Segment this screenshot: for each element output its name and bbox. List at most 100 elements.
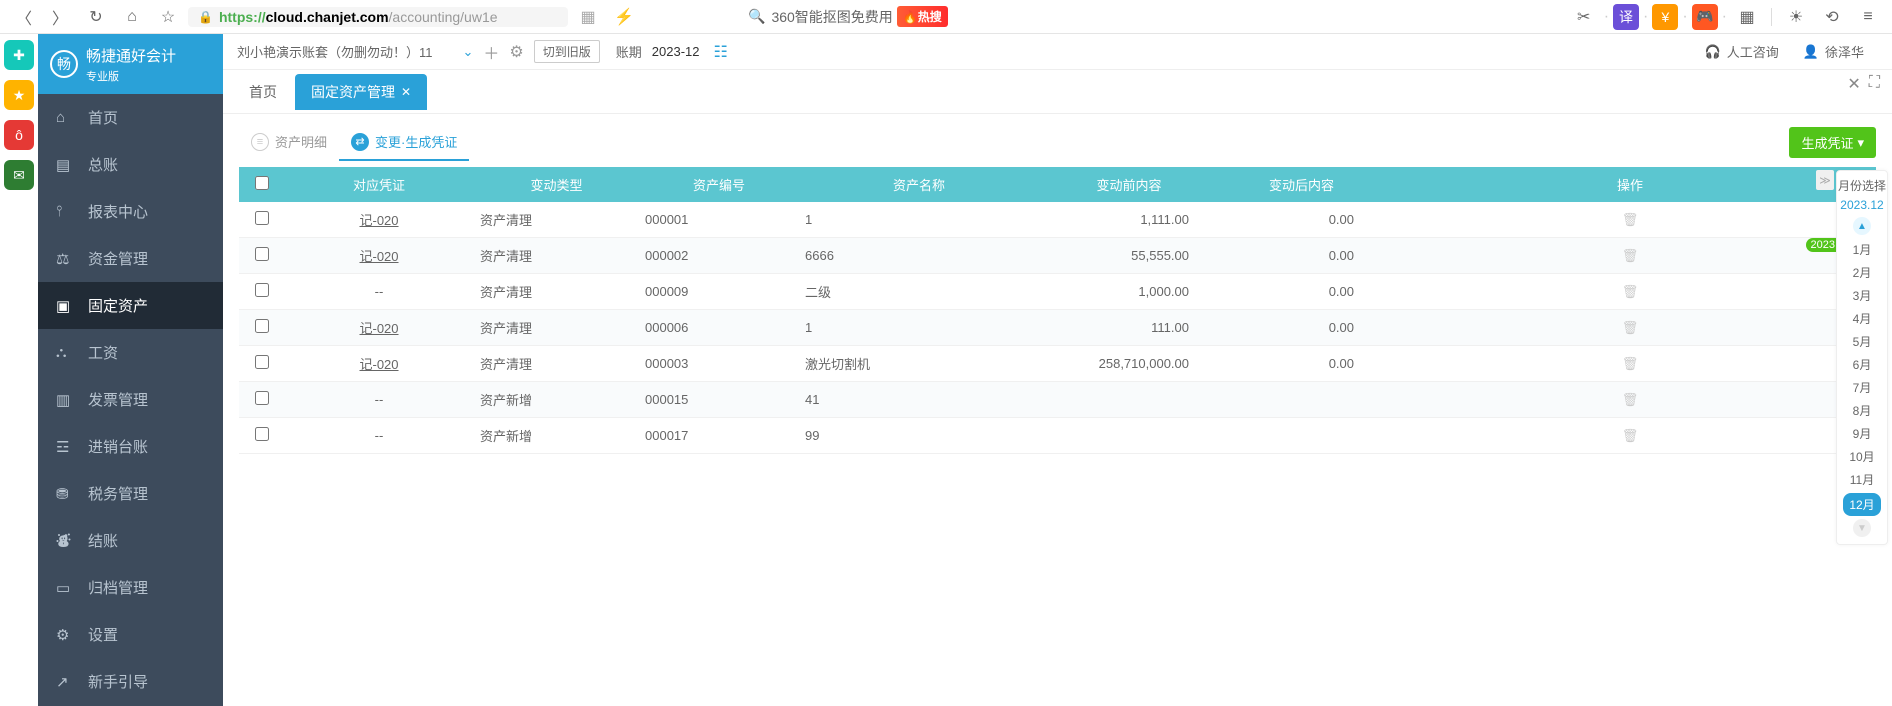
table-row: --资产清理000009二级1,000.000.00🗑: [239, 274, 1876, 310]
month-item[interactable]: 10月: [1837, 445, 1887, 468]
switch-old-button[interactable]: 切到旧版: [534, 40, 600, 63]
voucher-link[interactable]: 记-020: [359, 357, 398, 372]
row-checkbox[interactable]: [255, 391, 269, 405]
collapse-month-icon[interactable]: ≫: [1816, 170, 1834, 190]
delete-icon[interactable]: 🗑: [1622, 212, 1639, 227]
close-all-icon[interactable]: ✕: [1847, 74, 1860, 94]
month-item[interactable]: 1月: [1837, 238, 1887, 261]
tab-home[interactable]: 首页: [233, 74, 293, 110]
subtab-detail[interactable]: ≡资产明细: [239, 124, 339, 161]
qr-icon[interactable]: ▦: [572, 1, 604, 33]
month-item[interactable]: 8月: [1837, 399, 1887, 422]
row-checkbox[interactable]: [255, 355, 269, 369]
headset-icon: 🎧: [1705, 44, 1721, 60]
generate-voucher-button[interactable]: 生成凭证▾: [1789, 127, 1876, 158]
delete-icon[interactable]: 🗑: [1622, 320, 1639, 335]
calendar-icon[interactable]: ☷: [714, 42, 728, 62]
sidebar-item-4[interactable]: ▣固定资产: [38, 282, 223, 329]
search-box[interactable]: 🔍 360智能抠图免费用 🔥 热搜: [748, 6, 948, 27]
search-icon: 🔍: [748, 8, 765, 25]
up-arrow-icon[interactable]: ▲: [1853, 217, 1871, 235]
nav-label: 新手引导: [88, 671, 148, 692]
delete-icon[interactable]: 🗑: [1622, 392, 1639, 407]
dock-app1-icon[interactable]: ✚: [4, 40, 34, 70]
dock-star-icon[interactable]: ★: [4, 80, 34, 110]
back-icon[interactable]: 〈: [8, 1, 40, 33]
sidebar-item-6[interactable]: ▥发票管理: [38, 376, 223, 423]
table-row: --资产新增00001541🗑: [239, 382, 1876, 418]
voucher-link[interactable]: 记-020: [359, 249, 398, 264]
nav-label: 结账: [88, 530, 118, 551]
month-item[interactable]: 2月: [1837, 261, 1887, 284]
nav-label: 报表中心: [88, 201, 148, 222]
month-item[interactable]: 6月: [1837, 353, 1887, 376]
sidebar-item-3[interactable]: ⚖资金管理: [38, 235, 223, 282]
dock-weibo-icon[interactable]: ô: [4, 120, 34, 150]
voucher-link[interactable]: 记-020: [359, 213, 398, 228]
reload-icon[interactable]: ↻: [80, 1, 112, 33]
close-icon[interactable]: ✕: [401, 85, 411, 99]
swap-icon: ⇄: [351, 133, 369, 151]
select-all-checkbox[interactable]: [255, 176, 269, 190]
tab-fixed-asset[interactable]: 固定资产管理✕: [295, 74, 427, 110]
expand-icon[interactable]: ⛶: [1869, 74, 1880, 94]
home-icon[interactable]: ⌂: [116, 1, 148, 33]
scissors-icon[interactable]: ✂: [1568, 1, 1600, 33]
down-arrow-icon[interactable]: ▼: [1853, 519, 1871, 537]
month-item[interactable]: 7月: [1837, 376, 1887, 399]
apps-icon[interactable]: ▦: [1731, 1, 1763, 33]
chevron-down-icon: ⌄: [463, 44, 474, 60]
lock-icon: 🔒: [198, 10, 213, 24]
sidebar-item-1[interactable]: ▤总账: [38, 141, 223, 188]
nav-icon: ⚙: [56, 626, 74, 644]
game-icon[interactable]: 🎮: [1692, 4, 1718, 30]
forward-icon[interactable]: 〉: [44, 1, 76, 33]
url-bar[interactable]: 🔒 https:// cloud. chanjet.com /accountin…: [188, 7, 568, 27]
sidebar-item-12[interactable]: ↗新手引导: [38, 658, 223, 705]
row-checkbox[interactable]: [255, 427, 269, 441]
star-icon[interactable]: ☆: [152, 1, 184, 33]
month-item[interactable]: 11月: [1837, 468, 1887, 491]
row-checkbox[interactable]: [255, 283, 269, 297]
consult-button[interactable]: 🎧人工咨询: [1705, 42, 1779, 61]
delete-icon[interactable]: 🗑: [1622, 428, 1639, 443]
table-row: 记-020资产清理0000061111.000.00🗑: [239, 310, 1876, 346]
wallet-icon[interactable]: ¥: [1652, 4, 1678, 30]
restore-icon[interactable]: ⟲: [1816, 1, 1848, 33]
add-icon[interactable]: ＋: [483, 40, 499, 64]
month-item[interactable]: 3月: [1837, 284, 1887, 307]
sidebar-item-9[interactable]: ⛇结账: [38, 517, 223, 564]
month-title: 月份选择: [1837, 175, 1887, 196]
account-selector[interactable]: 刘小艳演示账套（勿删勿动！）11 ⌄: [237, 42, 473, 61]
delete-icon[interactable]: 🗑: [1622, 284, 1639, 299]
sidebar-item-0[interactable]: ⌂首页: [38, 94, 223, 141]
sidebar-item-2[interactable]: ⫯报表中心: [38, 188, 223, 235]
bolt-icon[interactable]: ⚡: [608, 1, 640, 33]
brand[interactable]: 畅 畅捷通好会计 专业版: [38, 34, 223, 94]
sidebar-item-5[interactable]: ⛬工资: [38, 329, 223, 376]
gear-icon[interactable]: ⚙: [509, 42, 523, 62]
subtab-change-voucher[interactable]: ⇄变更·生成凭证: [339, 124, 469, 161]
translate-icon[interactable]: 译: [1613, 4, 1639, 30]
row-checkbox[interactable]: [255, 247, 269, 261]
row-checkbox[interactable]: [255, 211, 269, 225]
delete-icon[interactable]: 🗑: [1622, 248, 1639, 263]
url-domain: chanjet.com: [307, 9, 389, 25]
sidebar-item-7[interactable]: ☲进销台账: [38, 423, 223, 470]
sidebar-item-10[interactable]: ▭归档管理: [38, 564, 223, 611]
voucher-link[interactable]: 记-020: [359, 321, 398, 336]
month-item[interactable]: 9月: [1837, 422, 1887, 445]
row-checkbox[interactable]: [255, 319, 269, 333]
delete-icon[interactable]: 🗑: [1622, 356, 1639, 371]
sidebar-item-8[interactable]: ⛃税务管理: [38, 470, 223, 517]
month-item[interactable]: 5月: [1837, 330, 1887, 353]
brightness-icon[interactable]: ☀: [1780, 1, 1812, 33]
menu-icon[interactable]: ≡: [1852, 1, 1884, 33]
dock-mail-icon[interactable]: ✉: [4, 160, 34, 190]
period-value[interactable]: 2023-12: [652, 44, 700, 59]
month-item[interactable]: 4月: [1837, 307, 1887, 330]
user-menu[interactable]: 👤徐泽华: [1803, 42, 1864, 61]
month-item[interactable]: 12月: [1843, 493, 1881, 516]
avatar-icon: 👤: [1803, 44, 1819, 60]
sidebar-item-11[interactable]: ⚙设置: [38, 611, 223, 658]
